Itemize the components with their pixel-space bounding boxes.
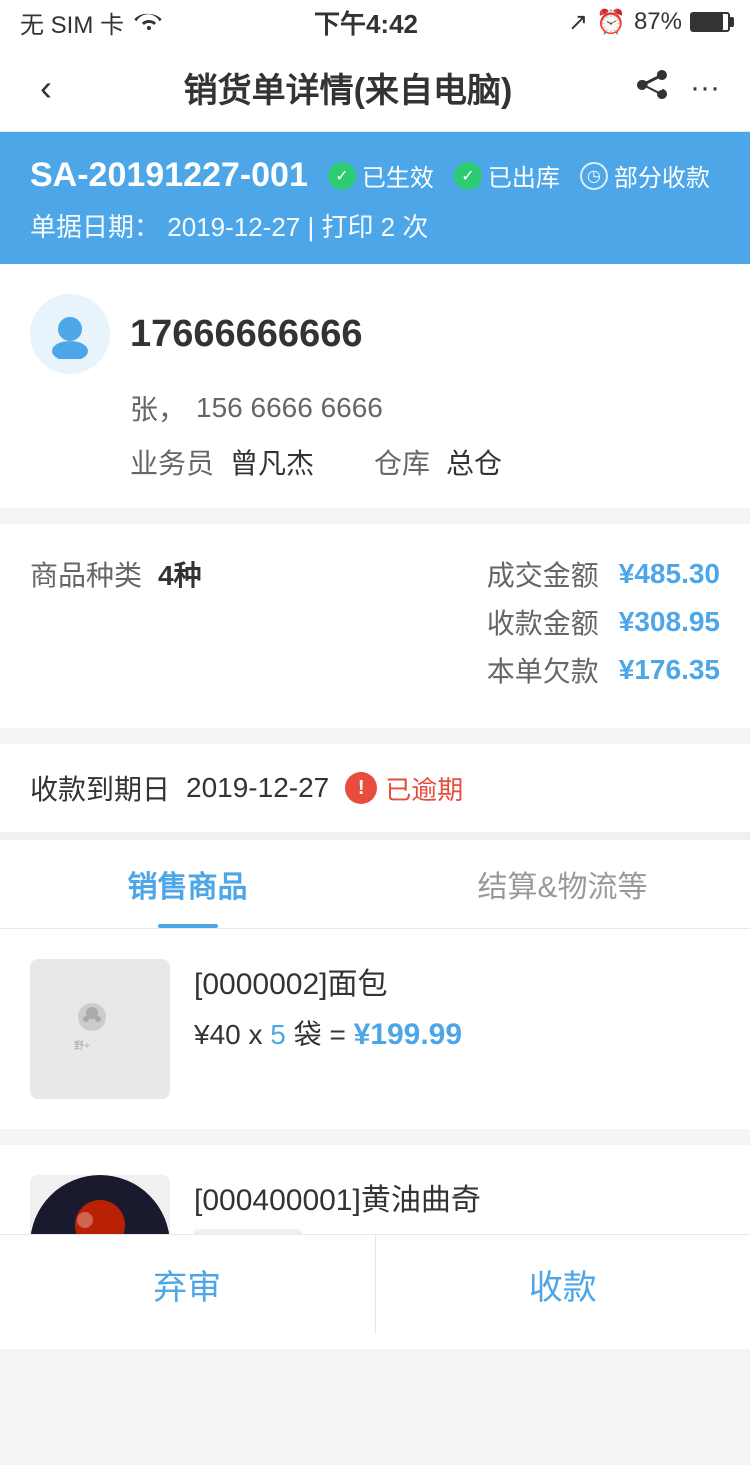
share-button[interactable] <box>634 66 670 110</box>
warehouse-name: 总仓 <box>446 442 502 482</box>
back-button[interactable]: ‹ <box>30 57 62 119</box>
tab-settlement[interactable]: 结算&物流等 <box>375 840 750 928</box>
customer-phone: 17666666666 <box>130 313 362 356</box>
page-title: 销货单详情(来自电脑) <box>184 63 513 112</box>
location-icon: ↗ <box>568 8 588 37</box>
order-banner: SA-20191227-001 ✓ 已生效 ✓ 已出库 ◷ 部分收款 单据日期：… <box>0 132 750 264</box>
tab-products[interactable]: 销售商品 <box>0 840 375 928</box>
amount-summary: 成交金额 ¥485.30 收款金额 ¥308.95 本单欠款 ¥176.35 <box>487 554 720 698</box>
amount-label: 成交金额 <box>487 554 599 594</box>
badge-shipped: ✓ 已出库 <box>454 158 560 193</box>
product-name-1: [0000002]面包 <box>194 959 720 1003</box>
category-label: 商品种类 <box>30 554 142 594</box>
cancel-button[interactable]: 弃审 <box>0 1235 376 1334</box>
due-date-section: 收款到期日 2019-12-27 ! 已逾期 <box>0 744 750 840</box>
more-button[interactable]: ··· <box>690 71 720 105</box>
customer-meta: 业务员 曾凡杰 仓库 总仓 <box>30 442 720 482</box>
owing-value: ¥176.35 <box>619 654 720 686</box>
badge-partial: ◷ 部分收款 <box>580 158 710 193</box>
received-label: 收款金额 <box>487 602 599 642</box>
check-icon: ✓ <box>328 162 356 190</box>
product-item: 野+ [0000002]面包 ¥40 x 5 袋 = ¥199.99 <box>0 929 750 1129</box>
amount-value: ¥485.30 <box>619 558 720 590</box>
warehouse-label: 仓库 <box>374 442 430 482</box>
svg-text:野+: 野+ <box>74 1040 90 1052</box>
customer-contact-phone: 156 6666 6666 <box>196 392 383 424</box>
status-left: 无 SIM 卡 <box>20 5 164 40</box>
nav-bar: ‹ 销货单详情(来自电脑) ··· <box>0 44 750 132</box>
battery-text: 87% <box>634 8 682 36</box>
clock-icon: ◷ <box>580 162 608 190</box>
badge-active: ✓ 已生效 <box>328 158 434 193</box>
category-value: 4种 <box>158 554 202 594</box>
order-date: 单据日期： 2019-12-27 | 打印 2 次 <box>30 207 720 244</box>
received-value: ¥308.95 <box>619 606 720 638</box>
summary-section: 商品种类 4种 成交金额 ¥485.30 收款金额 ¥308.95 本单欠款 ¥… <box>0 524 750 728</box>
product-thumbnail-1: 野+ <box>30 959 170 1099</box>
warehouse: 仓库 总仓 <box>374 442 502 482</box>
due-date: 2019-12-27 <box>186 772 329 804</box>
carrier-text: 无 SIM 卡 <box>20 5 124 40</box>
customer-contact: 张， 156 6666 6666 <box>30 388 720 428</box>
due-label: 收款到期日 <box>30 768 170 808</box>
product-price-1: ¥40 x 5 袋 = ¥199.99 <box>194 1013 720 1053</box>
status-bar: 无 SIM 卡 下午4:42 ↗ ⏰ 87% <box>0 0 750 44</box>
nav-actions: ··· <box>634 66 720 110</box>
customer-section: 17666666666 张， 156 6666 6666 业务员 曾凡杰 仓库 … <box>0 264 750 508</box>
bottom-bar: 弃审 收款 <box>0 1234 750 1334</box>
customer-avatar <box>30 294 110 374</box>
product-name-2: [000400001]黄油曲奇 <box>194 1175 720 1219</box>
owing-label: 本单欠款 <box>487 650 599 690</box>
check-icon-2: ✓ <box>454 162 482 190</box>
product-info-1: [0000002]面包 ¥40 x 5 袋 = ¥199.99 <box>194 959 720 1053</box>
product-total-1: ¥199.99 <box>354 1018 462 1051</box>
status-time: 下午4:42 <box>314 4 418 41</box>
customer-name-text: 张， <box>130 388 186 428</box>
order-id: SA-20191227-001 <box>30 156 308 195</box>
product-qty-1: 5 <box>270 1019 286 1050</box>
status-right: ↗ ⏰ 87% <box>568 8 730 37</box>
overdue-badge: ! 已逾期 <box>345 770 463 807</box>
product-tabs: 销售商品 结算&物流等 <box>0 840 750 929</box>
overdue-icon: ! <box>345 772 377 804</box>
wifi-icon <box>134 8 164 37</box>
battery-icon <box>690 12 730 32</box>
sales-name: 曾凡杰 <box>230 442 314 482</box>
pay-button[interactable]: 收款 <box>376 1235 750 1334</box>
alarm-icon: ⏰ <box>596 8 626 37</box>
product-category: 商品种类 4种 <box>30 554 202 594</box>
sales-person: 业务员 曾凡杰 <box>130 442 314 482</box>
sales-label: 业务员 <box>130 442 214 482</box>
overdue-label: 已逾期 <box>385 770 463 807</box>
